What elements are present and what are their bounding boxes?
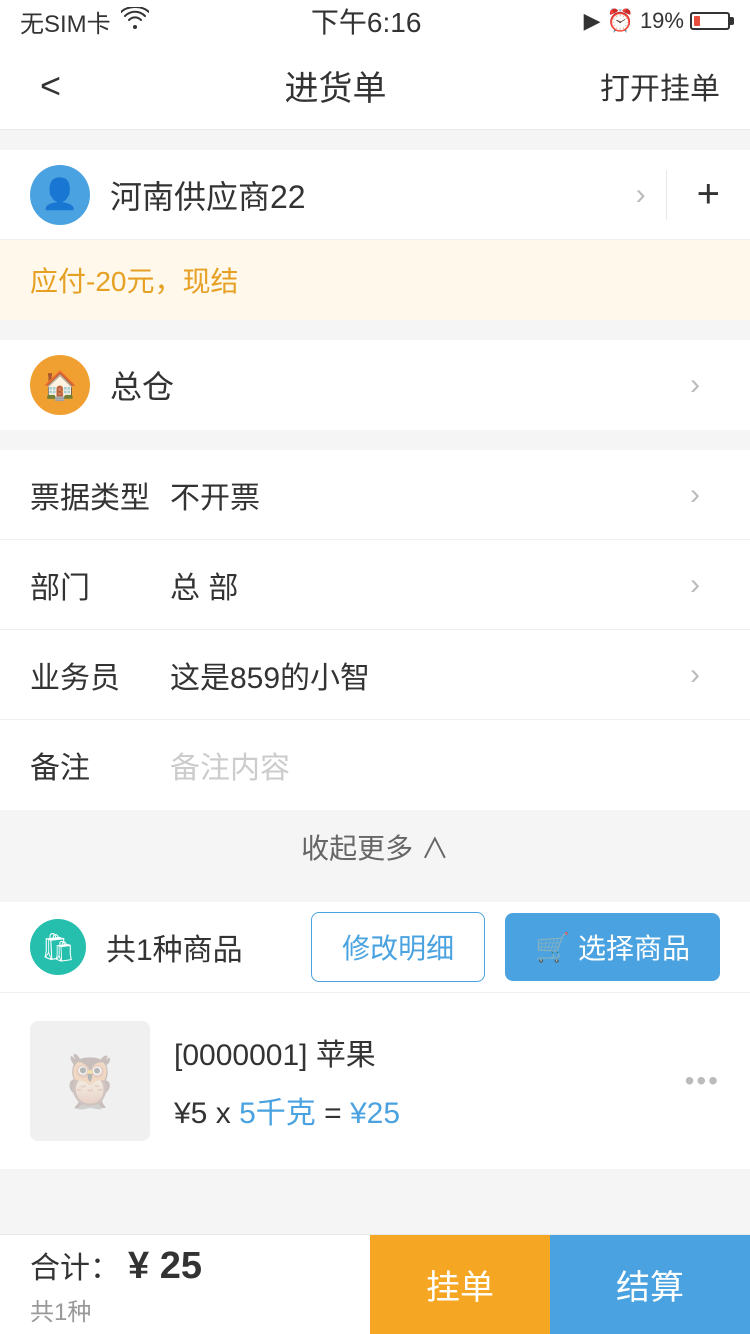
total-main: 合计： ¥ 25	[30, 1243, 340, 1288]
nav-bar: < 进货单 打开挂单	[0, 42, 750, 130]
remark-input[interactable]: 备注内容	[170, 743, 720, 787]
back-button[interactable]: <	[30, 55, 71, 117]
avatar-icon: 👤	[41, 177, 78, 212]
select-product-label: 选择商品	[578, 927, 690, 967]
checkout-button-label: 结算	[616, 1260, 684, 1309]
notice-banner: 应付-20元，现结	[0, 240, 750, 320]
battery-icon	[690, 12, 730, 30]
house-icon: 🏠	[43, 369, 78, 402]
department-row[interactable]: 部门 总 部 ›	[0, 540, 750, 630]
location-icon: ▶	[584, 8, 601, 34]
salesperson-chevron-icon: ›	[690, 658, 700, 692]
vertical-divider	[666, 170, 667, 220]
salesperson-row[interactable]: 业务员 这是859的小智 ›	[0, 630, 750, 720]
carrier-text: 无SIM卡	[20, 4, 111, 39]
supplier-section[interactable]: 👤 河南供应商22 › +	[0, 150, 750, 240]
department-label: 部门	[30, 563, 170, 607]
select-product-button[interactable]: 🛒 选择商品	[505, 913, 720, 981]
product-qty: 5千克	[239, 1097, 316, 1130]
product-info: [0000001] 苹果 ¥5 x 5千克 = ¥25	[174, 1030, 685, 1132]
warehouse-chevron-icon: ›	[690, 368, 700, 402]
salesperson-label: 业务员	[30, 653, 170, 697]
product-bag-icon: 🛍	[30, 919, 86, 975]
product-total: ¥25	[350, 1097, 400, 1130]
product-name: [0000001] 苹果	[174, 1030, 685, 1074]
checkout-button[interactable]: 结算	[550, 1235, 750, 1334]
equals-icon: =	[324, 1097, 350, 1130]
supplier-avatar: 👤	[30, 165, 90, 225]
status-bar: 无SIM卡 下午6:16 ▶ ⏰ 19%	[0, 0, 750, 42]
total-section: 合计： ¥ 25 共1种	[0, 1235, 370, 1334]
bottom-bar: 合计： ¥ 25 共1种 挂单 结算	[0, 1234, 750, 1334]
collapse-label: 收起更多 ∧	[301, 827, 449, 867]
status-left: 无SIM卡	[20, 4, 149, 39]
remark-label: 备注	[30, 743, 170, 787]
wifi-icon	[121, 7, 149, 36]
open-hang-button[interactable]: 打开挂单	[600, 64, 720, 108]
total-amount: ¥ 25	[128, 1245, 202, 1288]
alarm-icon: ⏰	[607, 8, 634, 34]
status-time: 下午6:16	[311, 1, 422, 41]
ticket-type-value: 不开票	[170, 473, 690, 517]
department-value: 总 部	[170, 563, 690, 607]
battery-percent: 19%	[640, 8, 684, 34]
hang-button[interactable]: 挂单	[370, 1235, 550, 1334]
total-sub: 共1种	[30, 1292, 340, 1327]
ticket-type-row[interactable]: 票据类型 不开票 ›	[0, 450, 750, 540]
warehouse-section[interactable]: 🏠 总仓 ›	[0, 340, 750, 430]
section-gap-1	[0, 130, 750, 150]
total-label: 合计：	[30, 1243, 120, 1287]
ticket-type-chevron-icon: ›	[690, 478, 700, 512]
supplier-name: 河南供应商22	[110, 172, 636, 218]
cart-icon: 🛒	[535, 931, 570, 964]
product-item: 🦉 [0000001] 苹果 ¥5 x 5千克 = ¥25 •••	[0, 992, 750, 1169]
price-multiply-icon: x	[216, 1097, 239, 1130]
remark-row[interactable]: 备注 备注内容	[0, 720, 750, 810]
salesperson-value: 这是859的小智	[170, 653, 690, 697]
product-title: 苹果	[316, 1039, 376, 1072]
page-title: 进货单	[285, 61, 387, 110]
modify-detail-button[interactable]: 修改明细	[311, 912, 485, 982]
placeholder-owl-icon: 🦉	[58, 1051, 123, 1112]
add-supplier-button[interactable]: +	[697, 172, 720, 217]
status-right: ▶ ⏰ 19%	[584, 8, 730, 34]
hang-button-label: 挂单	[426, 1260, 494, 1309]
product-count-label: 共1种商品	[106, 925, 311, 969]
collapse-bar[interactable]: 收起更多 ∧	[0, 812, 750, 882]
product-more-button[interactable]: •••	[685, 1065, 720, 1097]
product-thumbnail: 🦉	[30, 1021, 150, 1141]
product-unit-price: ¥5	[174, 1097, 207, 1130]
form-section: 票据类型 不开票 › 部门 总 部 › 业务员 这是859的小智 › 备注 备注…	[0, 450, 750, 810]
warehouse-icon: 🏠	[30, 355, 90, 415]
bag-icon: 🛍	[40, 931, 76, 964]
product-header: 🛍 共1种商品 修改明细 🛒 选择商品	[0, 902, 750, 992]
product-price-row: ¥5 x 5千克 = ¥25	[174, 1088, 685, 1132]
product-code: [0000001]	[174, 1039, 307, 1072]
department-chevron-icon: ›	[690, 568, 700, 602]
ticket-type-label: 票据类型	[30, 473, 170, 517]
supplier-chevron-icon: ›	[636, 178, 646, 212]
warehouse-name: 总仓	[110, 362, 690, 408]
